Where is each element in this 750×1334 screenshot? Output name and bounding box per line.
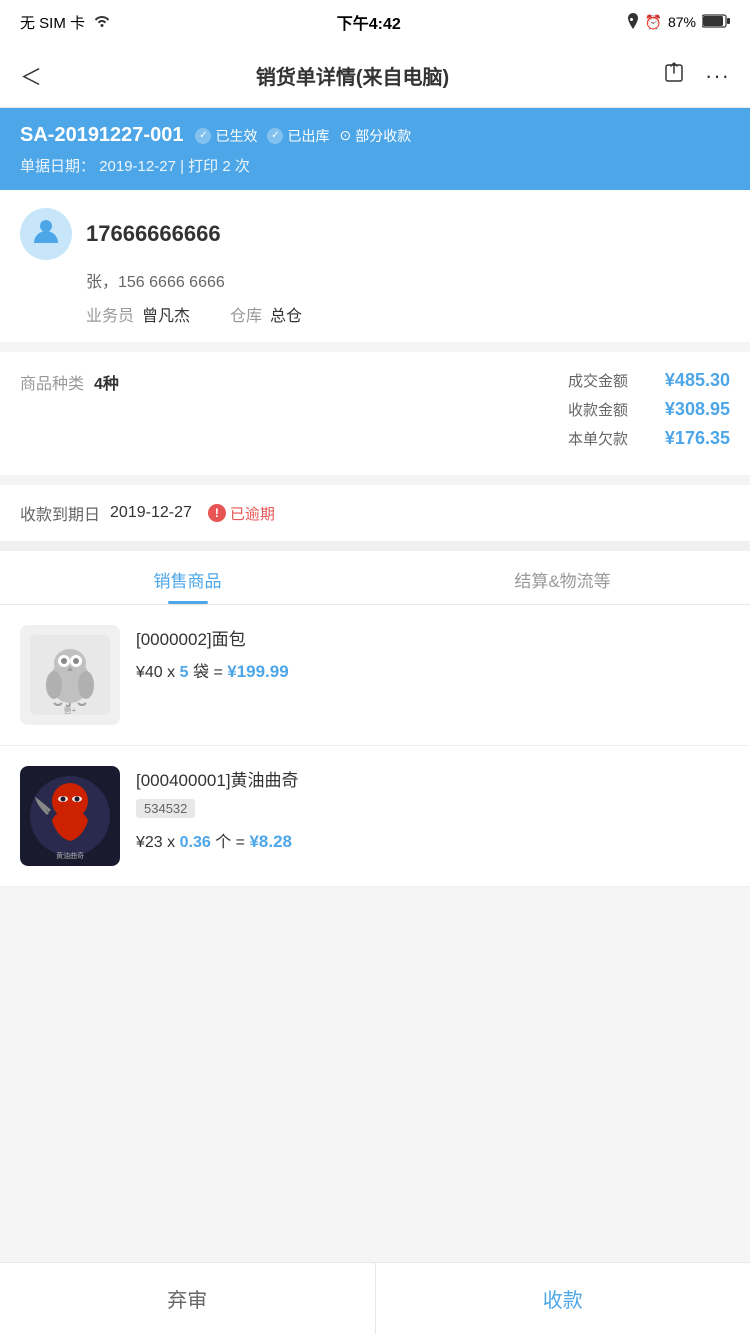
product-qty-2: 0.36 bbox=[180, 834, 211, 851]
received-label: 收款金额 bbox=[568, 399, 628, 420]
summary-section: 商品种类 4种 成交金额 ¥485.30 收款金额 ¥308.95 本单欠款 ¥… bbox=[0, 352, 750, 475]
warehouse-item: 仓库 总仓 bbox=[230, 302, 302, 326]
carrier-text: 无 SIM 卡 bbox=[20, 12, 85, 33]
order-id: SA-20191227-001 bbox=[20, 124, 183, 147]
order-header: SA-20191227-001 ✓ 已生效 ✓ 已出库 ⊙ 部分收款 单据日期：… bbox=[0, 108, 750, 190]
product-types-row: 商品种类 4种 bbox=[20, 370, 119, 394]
svg-text:黄油曲奇: 黄油曲奇 bbox=[56, 851, 84, 860]
received-row: 收款金额 ¥308.95 bbox=[568, 399, 730, 420]
amount-value: ¥485.30 bbox=[640, 370, 730, 391]
nav-icons: ··· bbox=[663, 62, 730, 90]
tab-settlement-logistics[interactable]: 结算&物流等 bbox=[375, 551, 750, 604]
product-total-1: ¥199.99 bbox=[227, 662, 288, 681]
status-left: 无 SIM 卡 bbox=[20, 12, 111, 33]
badge-partial: ⊙ 部分收款 bbox=[339, 126, 411, 146]
nav-bar: ＜ 销货单详情(来自电脑) ··· bbox=[0, 44, 750, 108]
amount-row: 成交金额 ¥485.30 bbox=[568, 370, 730, 391]
customer-sub-info: 张，156 6666 6666 bbox=[20, 268, 730, 292]
share-icon[interactable] bbox=[663, 62, 685, 90]
product-price-1: ¥40 x 5 袋 = ¥199.99 bbox=[136, 658, 730, 682]
summary-left: 商品种类 4种 bbox=[20, 370, 119, 400]
more-icon[interactable]: ··· bbox=[705, 63, 730, 89]
section-divider bbox=[0, 541, 750, 551]
summary-right: 成交金额 ¥485.30 收款金额 ¥308.95 本单欠款 ¥176.35 bbox=[568, 370, 730, 457]
warehouse-value: 总仓 bbox=[270, 302, 302, 326]
salesperson-item: 业务员 曾凡杰 bbox=[86, 302, 190, 326]
check-icon-1: ✓ bbox=[195, 128, 211, 144]
status-time: 下午4:42 bbox=[337, 10, 401, 34]
due-date-section: 收款到期日 2019-12-27 ! 已逾期 bbox=[0, 485, 750, 541]
bottom-bar: 弃审 收款 bbox=[0, 1262, 750, 1334]
bottom-spacer bbox=[0, 887, 750, 967]
product-info-1: [0000002]面包 ¥40 x 5 袋 = ¥199.99 bbox=[136, 625, 730, 682]
product-image-placeholder-1: 兽+ bbox=[30, 635, 110, 715]
product-info-2: [000400001]黄油曲奇 534532 ¥23 x 0.36 个 = ¥8… bbox=[136, 766, 730, 852]
status-right: ⏰ 87% bbox=[627, 13, 730, 32]
due-label: 收款到期日 bbox=[20, 501, 100, 525]
status-badges: ✓ 已生效 ✓ 已出库 ⊙ 部分收款 bbox=[195, 126, 411, 146]
customer-account-id: 17666666666 bbox=[86, 221, 221, 247]
svg-text:兽+: 兽+ bbox=[64, 705, 77, 715]
warehouse-label: 仓库 bbox=[230, 302, 262, 326]
alarm-icon: ⏰ bbox=[645, 14, 662, 31]
collect-payment-button[interactable]: 收款 bbox=[376, 1263, 750, 1334]
owed-value: ¥176.35 bbox=[640, 428, 730, 449]
salesperson-value: 曾凡杰 bbox=[142, 302, 190, 326]
badge-effective: ✓ 已生效 bbox=[195, 126, 257, 146]
product-types-value: 4种 bbox=[94, 370, 119, 394]
battery-text: 87% bbox=[668, 14, 696, 30]
page-title: 销货单详情(来自电脑) bbox=[256, 61, 449, 90]
amount-label: 成交金额 bbox=[568, 370, 628, 391]
salesperson-label: 业务员 bbox=[86, 302, 134, 326]
overdue-text: 已逾期 bbox=[230, 503, 275, 524]
customer-section: 17666666666 张，156 6666 6666 业务员 曾凡杰 仓库 总… bbox=[0, 190, 750, 342]
order-id-row: SA-20191227-001 ✓ 已生效 ✓ 已出库 ⊙ 部分收款 bbox=[20, 124, 730, 147]
battery-icon bbox=[702, 14, 730, 31]
product-image-2: 黄油曲奇 bbox=[20, 766, 120, 866]
customer-row: 17666666666 bbox=[20, 208, 730, 260]
tabs-section: 销售商品 结算&物流等 bbox=[0, 551, 750, 605]
owed-label: 本单欠款 bbox=[568, 428, 628, 449]
customer-meta: 业务员 曾凡杰 仓库 总仓 bbox=[20, 302, 730, 326]
product-qty-1: 5 bbox=[180, 664, 189, 681]
overdue-icon: ! bbox=[208, 504, 226, 522]
order-date-row: 单据日期： 2019-12-27 | 打印 2 次 bbox=[20, 155, 730, 176]
product-thumb-1: 兽+ bbox=[20, 625, 120, 725]
badge-shipped: ✓ 已出库 bbox=[267, 126, 329, 146]
avatar bbox=[20, 208, 72, 260]
person-icon bbox=[30, 215, 62, 254]
owed-row: 本单欠款 ¥176.35 bbox=[568, 428, 730, 449]
overdue-badge: ! 已逾期 bbox=[208, 503, 275, 524]
product-item-2: 黄油曲奇 [000400001]黄油曲奇 534532 ¥23 x 0.36 个… bbox=[0, 746, 750, 887]
product-price-2: ¥23 x 0.36 个 = ¥8.28 bbox=[136, 828, 730, 852]
product-name-2: [000400001]黄油曲奇 bbox=[136, 766, 730, 791]
product-tag-2: 534532 bbox=[136, 799, 195, 818]
clock-icon: ⊙ bbox=[339, 127, 351, 144]
cancel-review-button[interactable]: 弃审 bbox=[0, 1263, 376, 1334]
wifi-icon bbox=[93, 13, 111, 31]
status-bar: 无 SIM 卡 下午4:42 ⏰ 87% bbox=[0, 0, 750, 44]
received-value: ¥308.95 bbox=[640, 399, 730, 420]
location-icon bbox=[627, 13, 639, 32]
tab-sales-products[interactable]: 销售商品 bbox=[0, 551, 375, 604]
back-button[interactable]: ＜ bbox=[20, 60, 42, 92]
product-total-2: ¥8.28 bbox=[249, 832, 292, 851]
product-item-1: 兽+ [0000002]面包 ¥40 x 5 袋 = ¥199.99 bbox=[0, 605, 750, 746]
products-section: 兽+ [0000002]面包 ¥40 x 5 袋 = ¥199.99 bbox=[0, 605, 750, 887]
product-types-label: 商品种类 bbox=[20, 370, 84, 394]
due-date-value: 2019-12-27 bbox=[110, 504, 192, 522]
product-name-1: [0000002]面包 bbox=[136, 625, 730, 650]
product-thumb-2: 黄油曲奇 bbox=[20, 766, 120, 866]
check-icon-2: ✓ bbox=[267, 128, 283, 144]
